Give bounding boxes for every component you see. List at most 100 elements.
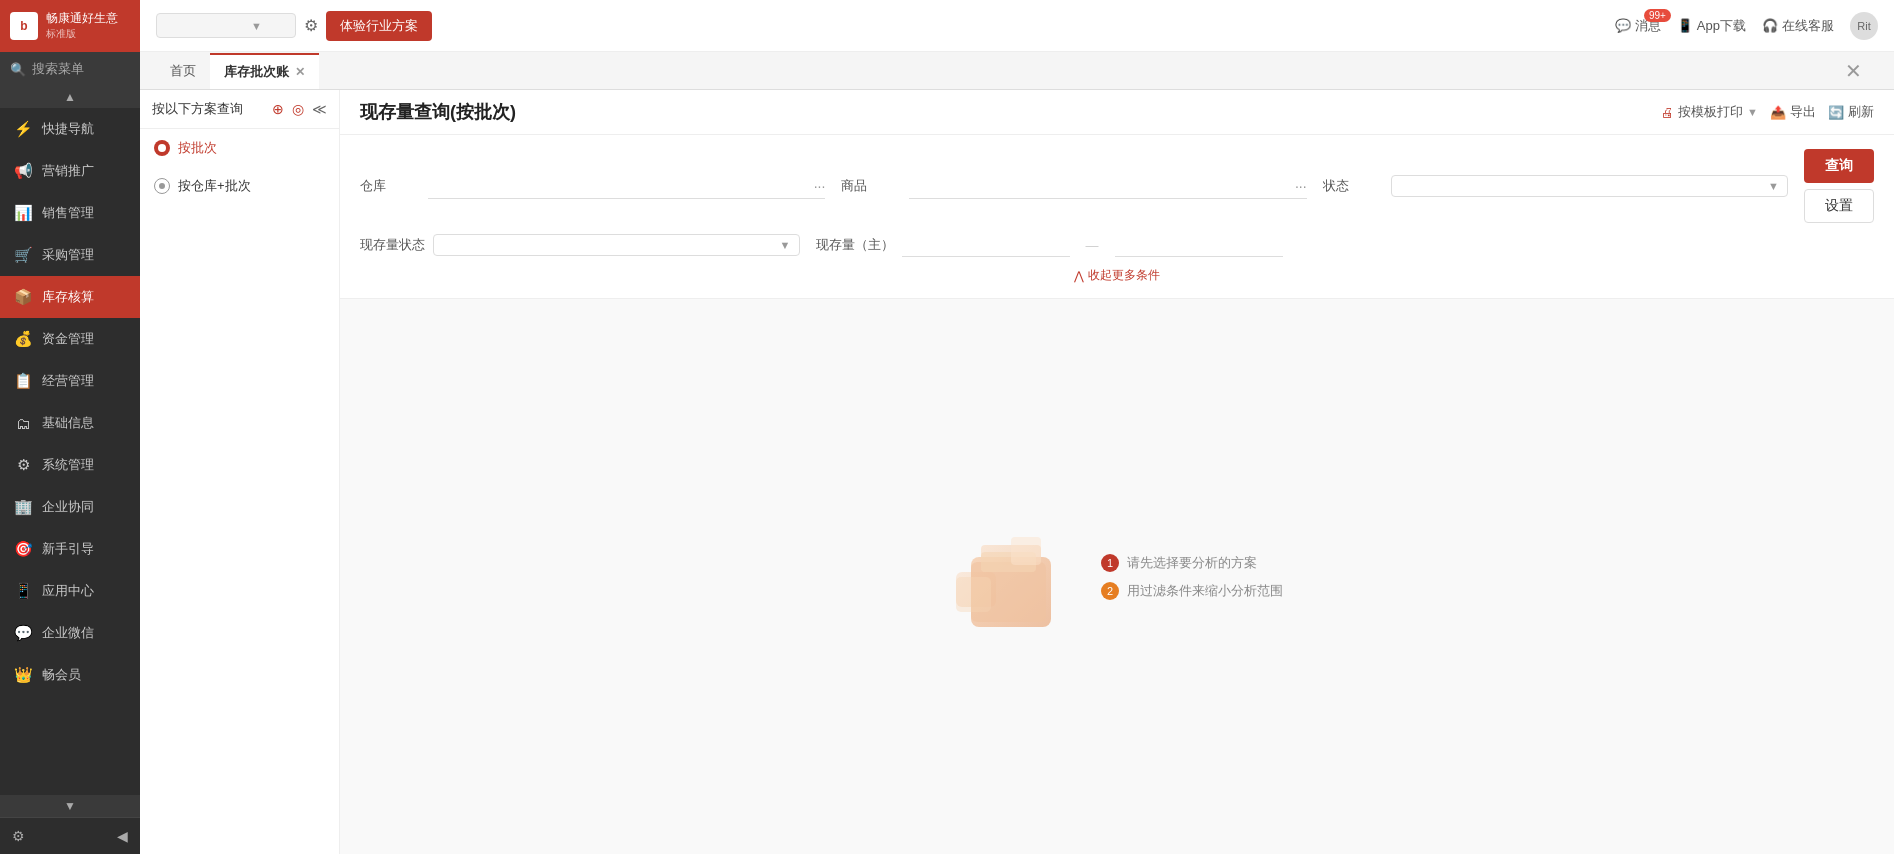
warehouse-input-wrap[interactable]: ···: [428, 174, 825, 199]
tabs-close-all-btn[interactable]: ✕: [1829, 59, 1878, 83]
topbar-right: 💬 消息 99+ 📱 App下载 🎧 在线客服 Rit: [1615, 12, 1878, 40]
tab-home[interactable]: 首页: [156, 54, 210, 88]
stock-qty-to-wrap[interactable]: [1115, 233, 1283, 257]
topbar-search-area[interactable]: ▼: [156, 13, 296, 38]
stock-status-select[interactable]: ▼: [433, 234, 800, 256]
page-title: 现存量查询(按批次): [360, 100, 516, 124]
plan-item-by-batch[interactable]: 按批次: [140, 129, 339, 167]
collapse-icon: ⋀: [1074, 269, 1084, 283]
page-header-actions: 🖨 按模板打印 ▼ 📤 导出 🔄 刷新: [1661, 103, 1874, 121]
goods-more-icon[interactable]: ···: [1295, 178, 1307, 194]
plan-item-by-warehouse-batch[interactable]: 按仓库+批次: [140, 167, 339, 205]
topbar-left: ▼ ⚙ 体验行业方案: [156, 11, 1605, 41]
warehouse-label: 仓库: [360, 177, 420, 195]
goods-input[interactable]: [909, 178, 1295, 193]
sidebar-item-system[interactable]: ⚙ 系统管理: [0, 444, 140, 486]
page-header: 现存量查询(按批次) 🖨 按模板打印 ▼ 📤 导出 🔄 刷新: [340, 90, 1894, 135]
stock-status-chevron-icon: ▼: [780, 239, 791, 251]
marketing-icon: 📢: [14, 162, 32, 180]
appcenter-icon: 📱: [14, 582, 32, 600]
sidebar-item-quicknav[interactable]: ⚡ 快捷导航: [0, 108, 140, 150]
goods-label: 商品: [841, 177, 901, 195]
sidebar-item-purchase[interactable]: 🛒 采购管理: [0, 234, 140, 276]
filter-area: 仓库 ··· 商品 ···: [340, 135, 1894, 299]
topbar-chevron-icon: ▼: [251, 20, 262, 32]
sidebar-item-basic[interactable]: 🗂 基础信息: [0, 402, 140, 444]
print-btn[interactable]: 🖨 按模板打印 ▼: [1661, 103, 1758, 121]
inventory-icon: 📦: [14, 288, 32, 306]
svg-rect-3: [1011, 537, 1041, 565]
tab-inventory-batch[interactable]: 库存批次账 ✕: [210, 53, 319, 89]
avatar[interactable]: Rit: [1850, 12, 1878, 40]
app-download-btn[interactable]: 📱 App下载: [1677, 17, 1746, 35]
topbar-gear-icon[interactable]: ⚙: [304, 16, 318, 35]
sidebar-item-wechat[interactable]: 💬 企业微信: [0, 612, 140, 654]
sidebar-item-appcenter[interactable]: 📱 应用中心: [0, 570, 140, 612]
sales-icon: 📊: [14, 204, 32, 222]
status-chevron-icon: ▼: [1768, 180, 1779, 192]
left-panel: 按以下方案查询 ⊕ ◎ ≪ 按批次 按仓库+批次: [140, 90, 340, 854]
basic-icon: 🗂: [14, 414, 32, 432]
tabs-right: ✕: [1829, 59, 1878, 83]
sidebar-item-inventory[interactable]: 📦 库存核算: [0, 276, 140, 318]
export-icon: 📤: [1770, 105, 1786, 120]
scroll-down-btn[interactable]: ▼: [0, 795, 140, 817]
refresh-icon: 🔄: [1828, 105, 1844, 120]
sidebar-header: b 畅康通好生意 标准版: [0, 0, 140, 52]
message-icon: 💬: [1615, 18, 1631, 33]
sidebar-item-finance[interactable]: 💰 资金管理: [0, 318, 140, 360]
experience-btn[interactable]: 体验行业方案: [326, 11, 432, 41]
sidebar-item-newguide[interactable]: 🎯 新手引导: [0, 528, 140, 570]
purchase-icon: 🛒: [14, 246, 32, 264]
service-icon: 🎧: [1762, 18, 1778, 33]
search-menu-item[interactable]: 🔍 搜索菜单: [0, 52, 140, 86]
stock-qty-from-wrap[interactable]: [902, 233, 1070, 257]
active-plan-dot: [154, 140, 170, 156]
system-icon: ⚙: [14, 456, 32, 474]
query-btn[interactable]: 查询: [1804, 149, 1874, 183]
sidebar-settings-btn[interactable]: ⚙: [12, 828, 25, 844]
sidebar-item-enterprise[interactable]: 🏢 企业协同: [0, 486, 140, 528]
goods-input-wrap[interactable]: ···: [909, 174, 1306, 199]
member-icon: 👑: [14, 666, 32, 684]
sidebar-logo: b: [10, 12, 38, 40]
refresh-btn[interactable]: 🔄 刷新: [1828, 103, 1874, 121]
sidebar-collapse-btn[interactable]: ◀: [117, 828, 128, 844]
enterprise-icon: 🏢: [14, 498, 32, 516]
edition-label: 标准版: [46, 27, 118, 41]
sidebar-item-operation[interactable]: 📋 经营管理: [0, 360, 140, 402]
collapse-more-btn[interactable]: ⋀ 收起更多条件: [360, 267, 1874, 284]
scroll-up-btn[interactable]: ▲: [0, 86, 140, 108]
sidebar-item-marketing[interactable]: 📢 营销推广: [0, 150, 140, 192]
warehouse-input[interactable]: [428, 178, 814, 193]
topbar-search-input[interactable]: [165, 18, 245, 33]
stock-qty-label: 现存量（主）: [816, 236, 894, 254]
tab-close-btn[interactable]: ✕: [295, 65, 305, 79]
settings-btn[interactable]: 设置: [1804, 189, 1874, 223]
stock-qty-from-input[interactable]: [902, 237, 1070, 252]
status-select[interactable]: ▼: [1391, 175, 1788, 197]
warehouse-more-icon[interactable]: ···: [814, 178, 826, 194]
sidebar-item-sales[interactable]: 📊 销售管理: [0, 192, 140, 234]
filter-status-field: 状态 ▼: [1323, 175, 1788, 197]
operation-icon: 📋: [14, 372, 32, 390]
export-btn[interactable]: 📤 导出: [1770, 103, 1816, 121]
svg-rect-2: [956, 577, 991, 612]
empty-hint-2: 2 用过滤条件来缩小分析范围: [1101, 582, 1283, 600]
topbar: ▼ ⚙ 体验行业方案 💬 消息 99+ 📱 App下载 🎧 在线客服 Rit: [140, 0, 1894, 52]
empty-hints: 1 请先选择要分析的方案 2 用过滤条件来缩小分析范围: [1101, 554, 1283, 600]
content-area: 按以下方案查询 ⊕ ◎ ≪ 按批次 按仓库+批次: [140, 90, 1894, 854]
stock-qty-separator: —: [1078, 238, 1107, 253]
stock-status-label: 现存量状态: [360, 236, 425, 254]
collapse-panel-btn[interactable]: ≪: [312, 101, 327, 117]
message-btn[interactable]: 💬 消息 99+: [1615, 17, 1661, 35]
sidebar-item-member[interactable]: 👑 畅会员: [0, 654, 140, 696]
message-badge: 99+: [1644, 9, 1671, 22]
add-plan-btn[interactable]: ⊕: [272, 101, 284, 117]
plan-settings-btn[interactable]: ◎: [292, 101, 304, 117]
sidebar: b 畅康通好生意 标准版 🔍 搜索菜单 ▲ ⚡ 快捷导航 📢 营销推广 📊 销售…: [0, 0, 140, 854]
filter-row-1: 仓库 ··· 商品 ···: [360, 149, 1874, 223]
stock-qty-to-input[interactable]: [1115, 237, 1283, 252]
filter-goods-field: 商品 ···: [841, 174, 1306, 199]
online-service-btn[interactable]: 🎧 在线客服: [1762, 17, 1834, 35]
